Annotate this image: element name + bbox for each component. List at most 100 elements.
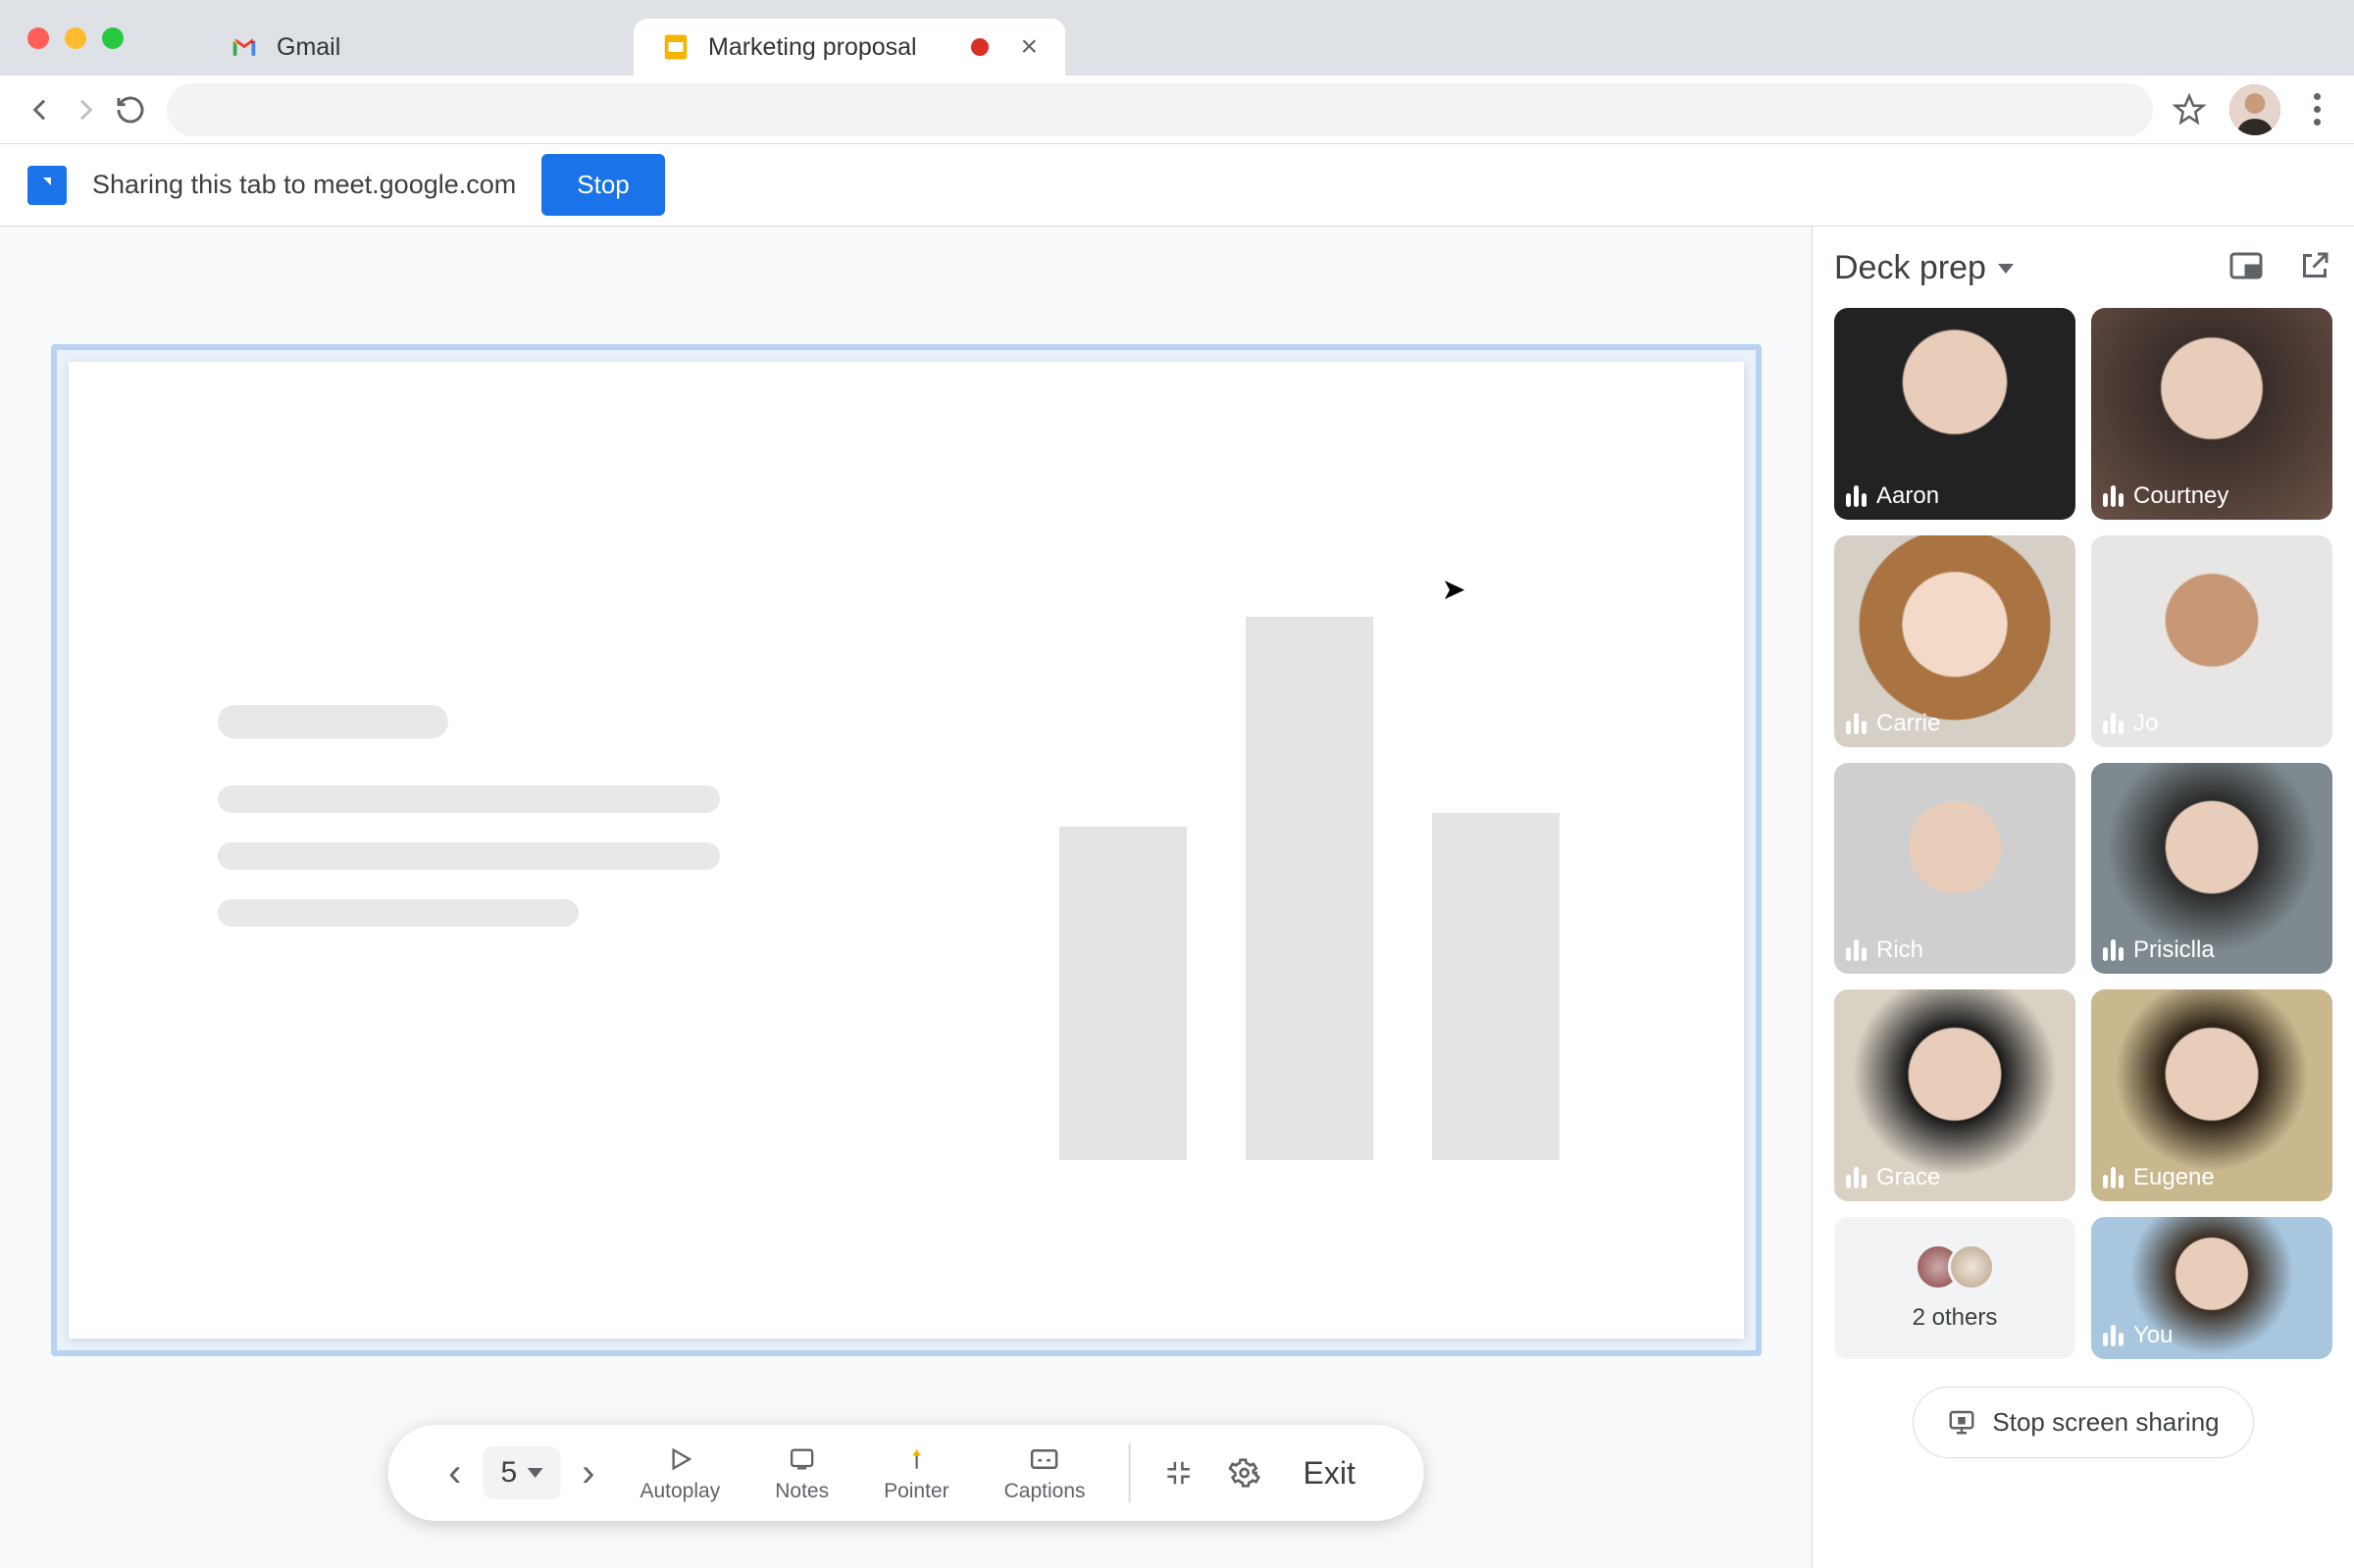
next-slide-button[interactable]: › bbox=[568, 1447, 608, 1499]
audio-icon bbox=[2103, 713, 2124, 734]
self-tile[interactable]: You bbox=[2091, 1217, 2332, 1359]
popout-button[interactable] bbox=[2297, 248, 2332, 288]
participant-tile[interactable]: Eugene bbox=[2091, 989, 2332, 1201]
participant-name: Rich bbox=[1876, 936, 1923, 964]
pip-button[interactable] bbox=[2228, 248, 2264, 288]
title-placeholder bbox=[218, 705, 448, 738]
toolbar-divider bbox=[1129, 1443, 1131, 1502]
stop-screen-sharing-button[interactable]: Stop screen sharing bbox=[1913, 1387, 2253, 1458]
participant-name: Courtney bbox=[2133, 482, 2228, 510]
slide-number-dropdown[interactable]: 5 bbox=[483, 1446, 560, 1499]
reload-button[interactable] bbox=[108, 87, 153, 132]
captions-icon bbox=[1030, 1442, 1059, 1476]
participant-grid: Aaron Courtney Carrie Jo Rich Prisiclla … bbox=[1834, 308, 2332, 1359]
share-indicator-icon bbox=[27, 166, 67, 205]
chart-bar bbox=[1432, 813, 1560, 1160]
participant-name: Jo bbox=[2133, 710, 2158, 737]
exit-button[interactable]: Exit bbox=[1282, 1455, 1377, 1492]
text-placeholder bbox=[218, 842, 720, 870]
tab-slides[interactable]: Marketing proposal × bbox=[634, 19, 1065, 76]
profile-avatar[interactable] bbox=[2229, 84, 2280, 135]
audio-icon bbox=[2103, 939, 2124, 961]
chart-bar bbox=[1059, 827, 1187, 1160]
gear-icon bbox=[1229, 1456, 1260, 1490]
captions-button[interactable]: Captions bbox=[981, 1442, 1109, 1503]
slide-number-value: 5 bbox=[500, 1456, 517, 1490]
dropdown-icon bbox=[527, 1468, 542, 1478]
fullscreen-button[interactable] bbox=[1151, 1456, 1207, 1490]
meeting-title: Deck prep bbox=[1834, 249, 1986, 287]
window-minimize-button[interactable] bbox=[65, 27, 86, 49]
browser-toolbar bbox=[0, 76, 2354, 144]
play-icon bbox=[666, 1442, 693, 1476]
share-banner-text: Sharing this tab to meet.google.com bbox=[92, 170, 516, 200]
pointer-icon bbox=[903, 1442, 929, 1476]
options-button[interactable] bbox=[1215, 1456, 1274, 1490]
overflow-label: 2 others bbox=[1913, 1304, 1998, 1332]
audio-icon bbox=[2103, 1167, 2124, 1189]
participant-tile[interactable]: Jo bbox=[2091, 535, 2332, 747]
cursor-icon: ➤ bbox=[1442, 573, 1466, 607]
tab-gmail[interactable]: Gmail bbox=[202, 19, 634, 76]
autoplay-label: Autoplay bbox=[640, 1480, 720, 1503]
pointer-label: Pointer bbox=[884, 1480, 949, 1503]
notes-button[interactable]: Notes bbox=[751, 1442, 852, 1503]
audio-icon bbox=[1846, 485, 1867, 507]
gmail-icon bbox=[230, 32, 259, 62]
participant-name: You bbox=[2133, 1322, 2174, 1349]
tab-gmail-label: Gmail bbox=[277, 33, 340, 62]
text-placeholder bbox=[218, 899, 579, 927]
screen-share-banner: Sharing this tab to meet.google.com Stop bbox=[0, 144, 2354, 227]
participant-name: Aaron bbox=[1876, 482, 1939, 510]
presenter-toolbar: ‹ 5 › Autoplay Notes Pointer bbox=[387, 1425, 1424, 1521]
participant-tile[interactable]: Rich bbox=[1834, 763, 2075, 975]
window-controls bbox=[27, 0, 124, 76]
address-bar[interactable] bbox=[167, 83, 2153, 136]
slide-container[interactable]: ➤ bbox=[51, 344, 1762, 1356]
close-tab-button[interactable]: × bbox=[1020, 30, 1038, 64]
window-maximize-button[interactable] bbox=[102, 27, 124, 49]
participant-name: Prisiclla bbox=[2133, 936, 2215, 964]
slide-content: ➤ bbox=[69, 362, 1744, 1339]
meeting-title-dropdown[interactable]: Deck prep bbox=[1834, 249, 2014, 287]
slides-icon bbox=[661, 32, 691, 62]
audio-icon bbox=[1846, 1167, 1867, 1189]
text-placeholder bbox=[218, 785, 720, 813]
audio-icon bbox=[1846, 713, 1867, 734]
participant-tile[interactable]: Courtney bbox=[2091, 308, 2332, 520]
notes-label: Notes bbox=[775, 1480, 829, 1503]
stop-sharing-banner-button[interactable]: Stop bbox=[541, 154, 665, 216]
audio-icon bbox=[1846, 939, 1867, 961]
overflow-avatars bbox=[1915, 1243, 1995, 1290]
bookmark-button[interactable] bbox=[2167, 87, 2212, 132]
participant-name: Grace bbox=[1876, 1164, 1940, 1191]
participant-tile[interactable]: Aaron bbox=[1834, 308, 2075, 520]
notes-icon bbox=[789, 1442, 816, 1476]
participant-name: Carrie bbox=[1876, 710, 1940, 737]
prev-slide-button[interactable]: ‹ bbox=[435, 1447, 475, 1499]
audio-icon bbox=[2103, 485, 2124, 507]
participant-tile[interactable]: Grace bbox=[1834, 989, 2075, 1201]
tab-slides-label: Marketing proposal bbox=[708, 33, 917, 62]
screen-share-stop-icon bbox=[1947, 1407, 1976, 1437]
autoplay-button[interactable]: Autoplay bbox=[616, 1442, 743, 1503]
stop-screen-sharing-label: Stop screen sharing bbox=[1992, 1407, 2219, 1438]
participant-name: Eugene bbox=[2133, 1164, 2215, 1191]
overflow-tile[interactable]: 2 others bbox=[1834, 1217, 2075, 1359]
recording-indicator-icon bbox=[971, 38, 989, 56]
browser-tabstrip: Gmail Marketing proposal × bbox=[0, 0, 2354, 76]
window-close-button[interactable] bbox=[27, 27, 49, 49]
meet-panel: Deck prep Aaron Courtney Carrie Jo Rich … bbox=[1813, 227, 2354, 1568]
browser-menu-button[interactable] bbox=[2298, 93, 2336, 126]
forward-button[interactable] bbox=[63, 87, 108, 132]
collapse-icon bbox=[1164, 1456, 1194, 1490]
presentation-stage: ➤ ‹ 5 › Autoplay bbox=[0, 227, 1813, 1568]
captions-label: Captions bbox=[1004, 1480, 1086, 1503]
back-button[interactable] bbox=[18, 87, 63, 132]
dropdown-icon bbox=[1998, 264, 2014, 274]
participant-tile[interactable]: Carrie bbox=[1834, 535, 2075, 747]
participant-tile[interactable]: Prisiclla bbox=[2091, 763, 2332, 975]
pointer-button[interactable]: Pointer bbox=[860, 1442, 973, 1503]
audio-icon bbox=[2103, 1325, 2124, 1346]
chart-bar bbox=[1246, 617, 1373, 1160]
